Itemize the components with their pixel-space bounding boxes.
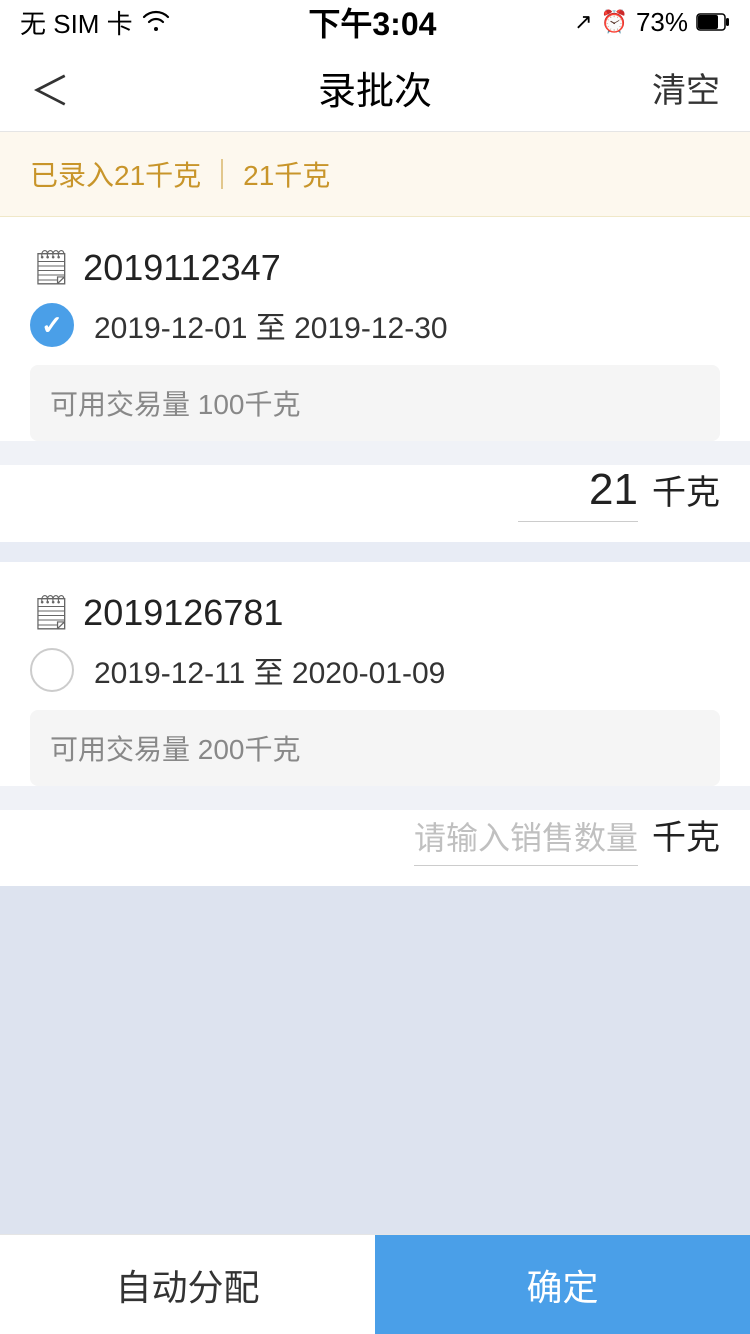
recorded-amount: 已录入21千克 <box>30 154 201 194</box>
batch-id-1: 2019112347 <box>83 247 281 289</box>
clear-button[interactable]: 清空 <box>640 63 720 112</box>
auto-distribute-button[interactable]: 自动分配 <box>0 1235 375 1334</box>
wifi-icon <box>141 7 171 38</box>
document-icon-2: 🗒 <box>30 593 73 633</box>
nav-bar: ＜ 录批次 清空 <box>0 44 750 132</box>
alarm-icon: ⏰ <box>601 9 628 35</box>
section-divider <box>0 542 750 562</box>
battery-text: 73% <box>636 7 688 38</box>
batch-date-1: 2019-12-01 至 2019-12-30 <box>94 303 448 347</box>
total-amount: 21千克 <box>243 154 330 194</box>
back-button[interactable]: ＜ <box>30 59 110 117</box>
batch-item-1: 🗒 2019112347 2019-12-01 至 2019-12-30 可用交… <box>0 217 750 441</box>
batch-item-2: 🗒 2019126781 2019-12-11 至 2020-01-09 可用交… <box>0 562 750 786</box>
status-time: 下午3:04 <box>308 0 436 45</box>
quantity-input-2[interactable]: 请输入销售数量 <box>414 813 638 866</box>
info-banner: 已录入21千克 21千克 <box>0 132 750 217</box>
location-icon: ↗ <box>574 9 592 35</box>
batch-quota-2: 可用交易量 200千克 <box>30 710 720 786</box>
input-row-2: 请输入销售数量 千克 <box>0 810 750 886</box>
amount-unit-1: 千克 <box>652 465 720 514</box>
confirm-button[interactable]: 确定 <box>375 1235 750 1334</box>
bottom-bar: 自动分配 确定 <box>0 1234 750 1334</box>
batch-id-2: 2019126781 <box>83 592 283 634</box>
no-sim-text: 无 SIM 卡 <box>20 4 133 41</box>
document-icon-1: 🗒 <box>30 248 73 288</box>
battery-icon <box>696 7 730 38</box>
page-title: 录批次 <box>318 60 432 115</box>
batch-date-2: 2019-12-11 至 2020-01-09 <box>94 648 445 692</box>
banner-divider <box>221 159 223 189</box>
radio-btn-1[interactable] <box>30 303 74 347</box>
radio-btn-2[interactable] <box>30 648 74 692</box>
amount-value-1: 21 <box>589 465 638 514</box>
input-unit-2: 千克 <box>652 810 720 859</box>
batch-quota-1: 可用交易量 100千克 <box>30 365 720 441</box>
amount-row-1: 21 千克 <box>0 465 750 542</box>
status-bar: 无 SIM 卡 下午3:04 ↗ ⏰ 73% <box>0 0 750 44</box>
